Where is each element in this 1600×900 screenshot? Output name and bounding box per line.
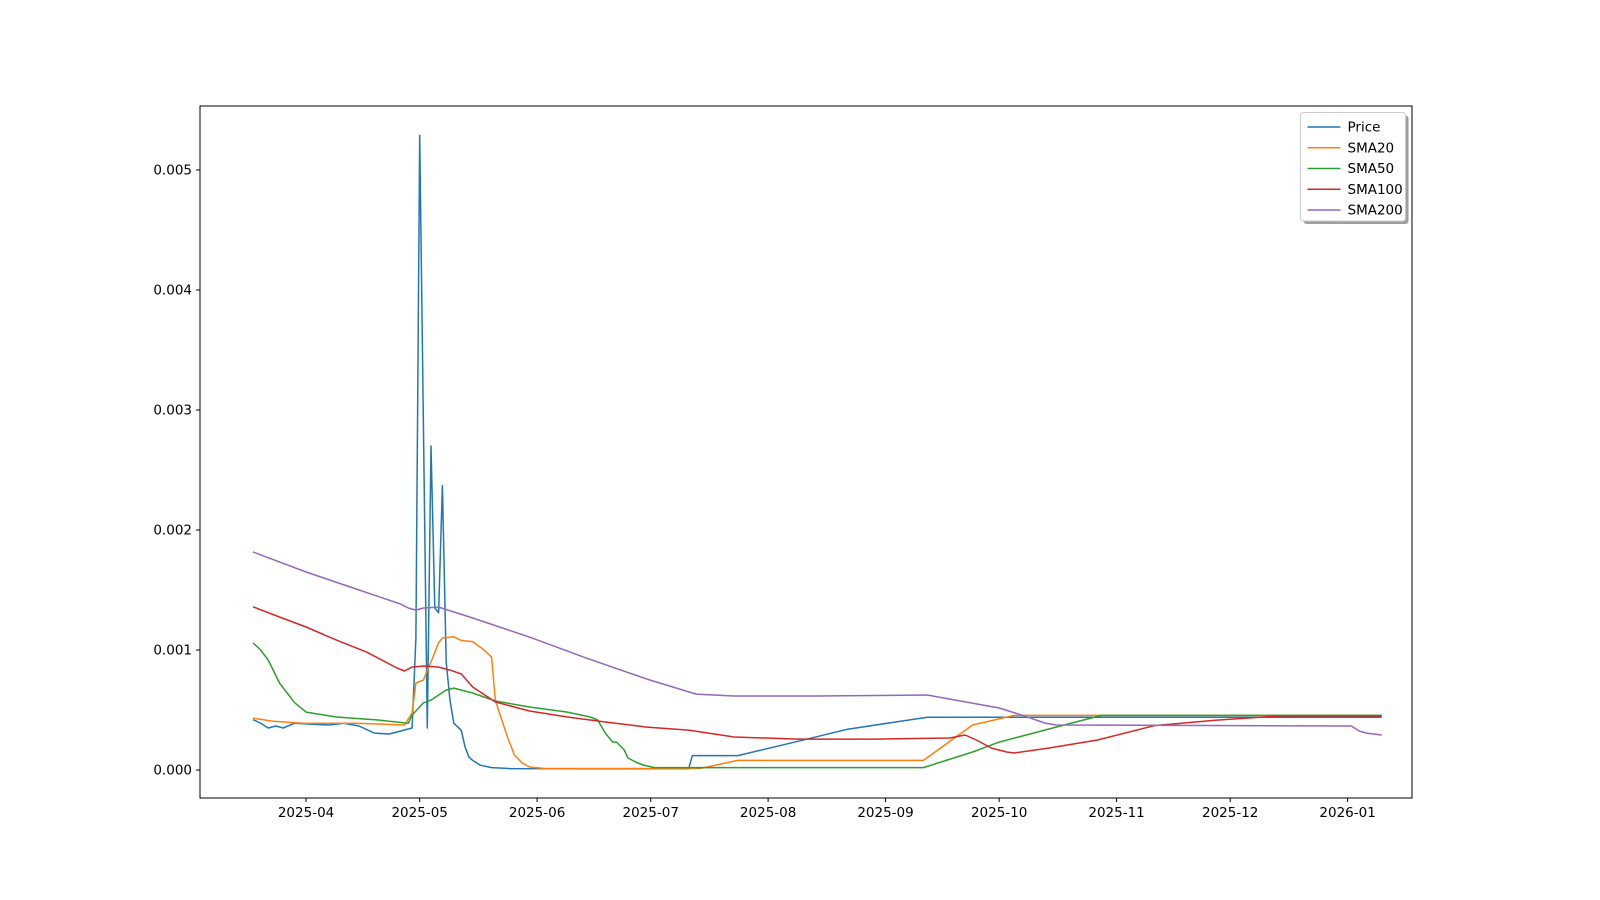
x-tick-label: 2025-09 [857, 805, 913, 821]
x-tick-label: 2025-05 [391, 805, 447, 821]
y-tick-label: 0.004 [153, 282, 192, 298]
y-tick-label: 0.001 [153, 643, 192, 659]
plot-border [199, 105, 1413, 799]
y-tick-label: 0.000 [153, 763, 192, 779]
y-tick-label: 0.003 [153, 402, 192, 418]
legend-label-price: Price [1348, 120, 1381, 136]
legend-label-sma100: SMA100 [1348, 182, 1403, 198]
price-sma-line-chart: 2025-04 2025-05 2025-06 2025-07 2025-08 2025-… [153, 105, 1413, 821]
x-tick-label: 2026-01 [1319, 805, 1375, 821]
x-tick-label: 2025-06 [509, 805, 565, 821]
chart-figure: 2025-04 2025-05 2025-06 2025-07 2025-08 2025-… [0, 0, 1600, 900]
legend-label-sma200: SMA200 [1348, 203, 1403, 219]
legend-label-sma20: SMA20 [1348, 140, 1395, 156]
x-tick-label: 2025-08 [740, 805, 796, 821]
y-tick-label: 0.002 [153, 523, 192, 539]
x-tick-label: 2025-07 [623, 805, 679, 821]
y-tick-label: 0.005 [153, 162, 192, 178]
plot-area [199, 105, 1413, 799]
x-tick-label: 2025-11 [1088, 805, 1144, 821]
y-axis: 0.000 0.001 0.002 0.003 0.004 0.005 [153, 162, 200, 779]
x-axis: 2025-04 2025-05 2025-06 2025-07 2025-08 2025-… [278, 798, 1376, 821]
x-tick-label: 2025-12 [1202, 805, 1258, 821]
legend: Price SMA20 SMA50 SMA100 SMA200 [1300, 112, 1409, 224]
x-tick-label: 2025-10 [971, 805, 1027, 821]
x-tick-label: 2025-04 [278, 805, 334, 821]
legend-label-sma50: SMA50 [1348, 161, 1395, 177]
